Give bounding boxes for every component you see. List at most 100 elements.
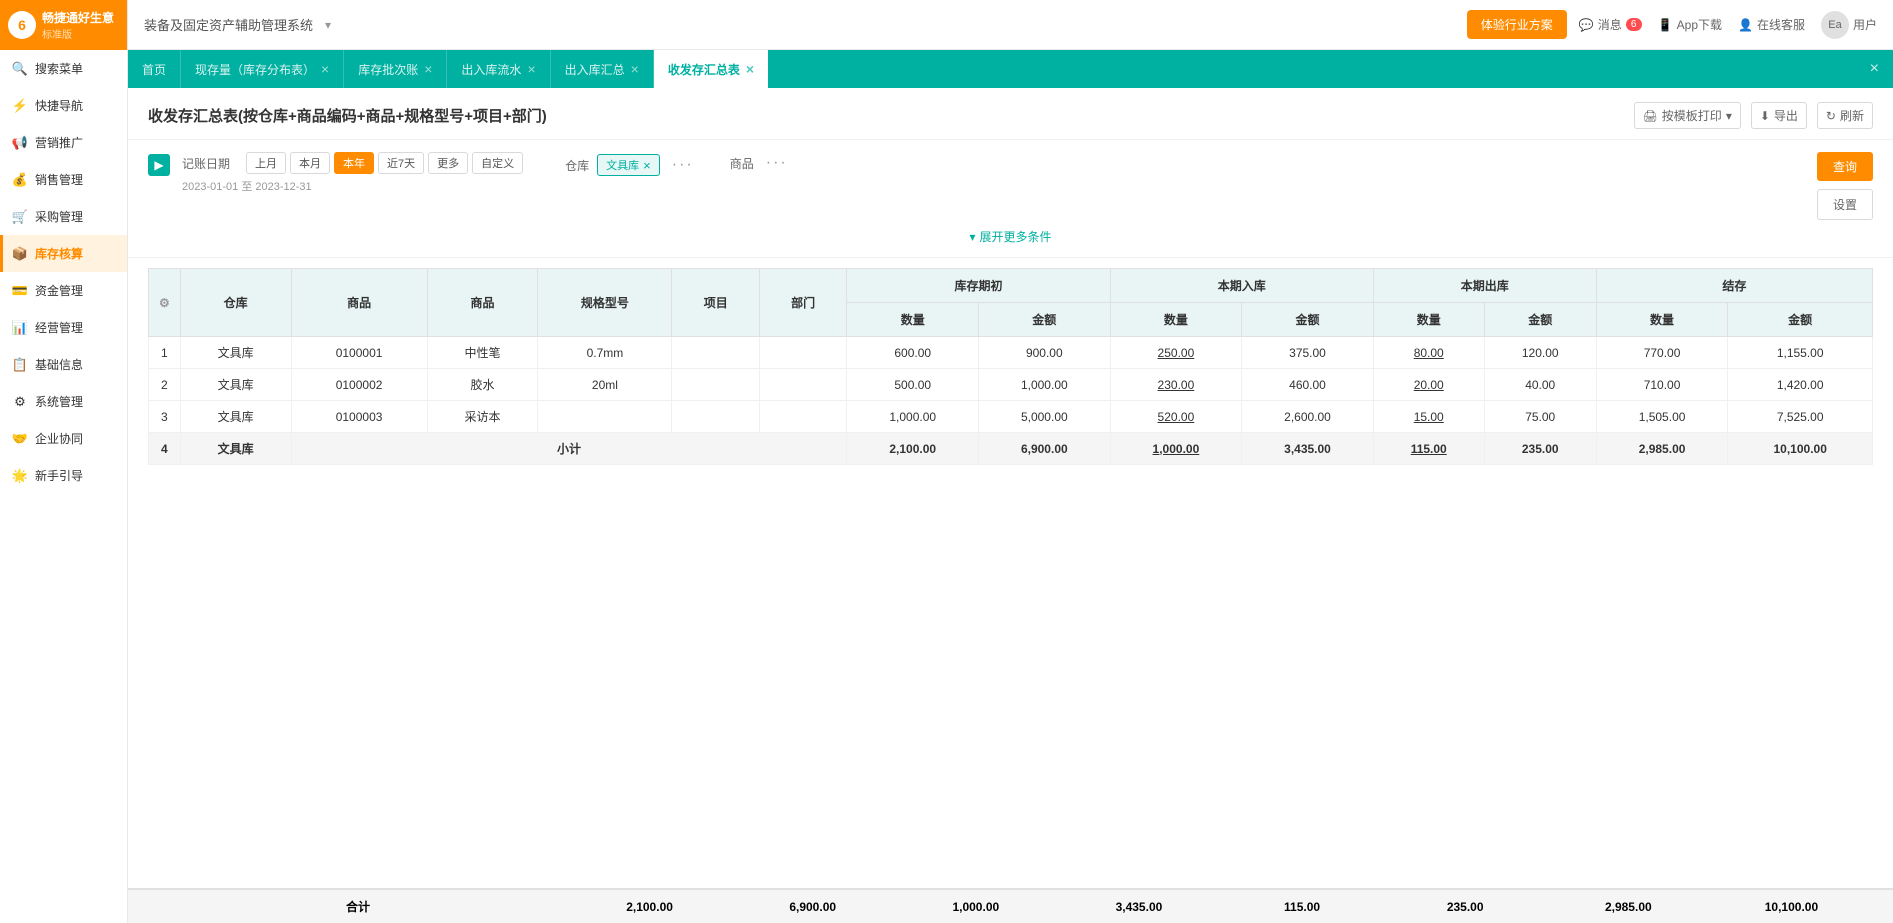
online-service-action[interactable]: 👤 在线客服 [1738, 16, 1805, 33]
query-btn[interactable]: 查询 [1817, 152, 1873, 181]
table-subtotal-row: 4 文具库 小计 2,100.00 6,900.00 1,000.00 3,43… [149, 433, 1873, 465]
expand-label: 展开更多条件 [980, 228, 1052, 245]
date-btn-本年[interactable]: 本年 [334, 152, 374, 174]
tab-close-4[interactable]: × [631, 62, 639, 76]
footer-bal-qty: 2,985.00 [1547, 900, 1710, 914]
sidebar-item-guide[interactable]: 🌟新手引导 [0, 457, 127, 494]
goods-label: 商品 [730, 155, 754, 172]
refresh-btn[interactable]: ↻ 刷新 [1817, 102, 1873, 129]
date-filter: 记账日期 上月本月本年近7天更多自定义 2023-01-01 至 2023-12… [182, 152, 523, 194]
tab-item-3[interactable]: 出入库流水× [447, 50, 550, 88]
nav-icon-collab: 🤝 [11, 431, 29, 447]
cell-in-qty[interactable]: 520.00 [1110, 401, 1242, 433]
subtotal-bal-amt: 10,100.00 [1728, 433, 1873, 465]
sidebar-logo-text: 畅捷通好生意 标准版 [42, 9, 114, 41]
col-group-opening: 库存期初 [847, 269, 1110, 303]
export-btn[interactable]: ⬇ 导出 [1751, 102, 1807, 129]
date-btn-上月[interactable]: 上月 [246, 152, 286, 174]
system-dropdown-icon[interactable]: ▾ [325, 18, 331, 32]
data-table-wrap: ⚙ 仓库 商品 商品 规格型号 项目 部门 库存期初 本期入库 本期出库 结存 … [128, 258, 1893, 888]
filter-toggle-btn[interactable]: ▶ [148, 154, 170, 176]
nav-label-collab: 企业协同 [35, 430, 83, 447]
sidebar-item-system[interactable]: ⚙系统管理 [0, 383, 127, 420]
sidebar-item-operation[interactable]: 📊经营管理 [0, 309, 127, 346]
cell-out-qty[interactable]: 80.00 [1373, 337, 1484, 369]
tab-close-3[interactable]: × [527, 62, 535, 76]
settings-btn[interactable]: 设置 [1817, 189, 1873, 220]
tab-close-2[interactable]: × [424, 62, 432, 76]
col-group-balance: 结存 [1596, 269, 1872, 303]
sidebar-item-collab[interactable]: 🤝 企业协同 [0, 420, 127, 457]
goods-more-dots[interactable]: ··· [762, 154, 792, 172]
warehouse-tag-close[interactable]: × [643, 158, 651, 173]
page-inner: 收发存汇总表(按仓库+商品编码+商品+规格型号+项目+部门) 🖨 按模板打印 ▾… [128, 88, 1893, 923]
subtotal-out-qty[interactable]: 115.00 [1373, 433, 1484, 465]
subtotal-in-qty[interactable]: 1,000.00 [1110, 433, 1242, 465]
cell-open-qty: 500.00 [847, 369, 979, 401]
col-open-amt: 金额 [979, 303, 1111, 337]
cell-in-qty[interactable]: 230.00 [1110, 369, 1242, 401]
sidebar-item-purchase[interactable]: 🛒采购管理 [0, 198, 127, 235]
message-badge: 6 [1626, 18, 1642, 31]
expand-more-btn[interactable]: ▾ 展开更多条件 [969, 228, 1051, 245]
tab-bar: 首页现存量（库存分布表）×库存批次账×出入库流水×出入库汇总×收发存汇总表×× [128, 50, 1893, 88]
col-open-qty: 数量 [847, 303, 979, 337]
sidebar-item-quick-nav[interactable]: ⚡快捷导航 [0, 87, 127, 124]
table-footer: 合计 2,100.00 6,900.00 1,000.00 3,435.00 1… [128, 888, 1893, 923]
cell-code: 0100001 [291, 337, 427, 369]
user-action[interactable]: Ea 用户 [1821, 11, 1877, 39]
nav-label-search: 搜索菜单 [35, 60, 83, 77]
tab-item-1[interactable]: 现存量（库存分布表） × [181, 50, 344, 88]
warehouse-filter: 仓库 文具库 × ··· [565, 154, 698, 176]
tab-close-1[interactable]: × [321, 62, 329, 76]
print-btn[interactable]: 🖨 按模板打印 ▾ [1634, 102, 1741, 129]
refresh-label: 刷新 [1840, 107, 1864, 124]
date-btn-本月[interactable]: 本月 [290, 152, 330, 174]
sidebar: 6 畅捷通好生意 标准版 🔍搜索菜单⚡快捷导航📢营销推广💰销售管理🛒采购管理📦库… [0, 0, 128, 923]
sidebar-navigation: 🔍搜索菜单⚡快捷导航📢营销推广💰销售管理🛒采购管理📦库存核算💳资金管理📊经营管理… [0, 50, 127, 494]
nav-icon-operation: 📊 [11, 320, 29, 336]
cell-out-amt: 120.00 [1484, 337, 1596, 369]
app-download-action[interactable]: 📱 App下载 [1658, 16, 1722, 33]
tab-label-1: 现存量（库存分布表） [195, 61, 315, 78]
cell-no: 1 [149, 337, 181, 369]
col-gear-header[interactable]: ⚙ [149, 269, 181, 337]
nav-label-guide: 新手引导 [35, 467, 83, 484]
sidebar-item-inventory[interactable]: 📦库存核算 [0, 235, 127, 272]
tab-bar-close-all[interactable]: × [1856, 60, 1893, 78]
message-action[interactable]: 💬 消息 6 [1579, 16, 1642, 33]
warehouse-more-dots[interactable]: ··· [668, 156, 698, 174]
col-in-qty: 数量 [1110, 303, 1242, 337]
date-btn-近7天[interactable]: 近7天 [378, 152, 424, 174]
avatar: Ea [1821, 11, 1849, 39]
cell-in-qty[interactable]: 250.00 [1110, 337, 1242, 369]
sidebar-item-search[interactable]: 🔍搜索菜单 [0, 50, 127, 87]
sidebar-item-sales[interactable]: 💰销售管理 [0, 161, 127, 198]
cell-dept [759, 337, 846, 369]
cell-out-qty[interactable]: 20.00 [1373, 369, 1484, 401]
cell-out-amt: 40.00 [1484, 369, 1596, 401]
subtotal-open-amt: 6,900.00 [979, 433, 1111, 465]
cell-in-amt: 460.00 [1242, 369, 1374, 401]
nav-label-basic: 基础信息 [35, 356, 83, 373]
tab-item-4[interactable]: 出入库汇总× [551, 50, 654, 88]
sidebar-item-marketing[interactable]: 📢营销推广 [0, 124, 127, 161]
cell-out-qty[interactable]: 15.00 [1373, 401, 1484, 433]
date-btn-更多[interactable]: 更多 [428, 152, 468, 174]
tab-close-5[interactable]: × [746, 62, 754, 76]
sidebar-item-basic[interactable]: 📋基础信息 [0, 346, 127, 383]
date-btn-自定义[interactable]: 自定义 [472, 152, 523, 174]
header-actions: 💬 消息 6 📱 App下载 👤 在线客服 Ea 用户 [1579, 11, 1877, 39]
date-filter-label: 记账日期 [182, 155, 230, 172]
app-download-label: App下载 [1677, 16, 1722, 33]
col-group-in: 本期入库 [1110, 269, 1373, 303]
nav-label-finance: 资金管理 [35, 282, 83, 299]
experience-btn[interactable]: 体验行业方案 [1467, 10, 1567, 39]
tab-item-2[interactable]: 库存批次账× [344, 50, 447, 88]
tab-item-0[interactable]: 首页 [128, 50, 181, 88]
sidebar-item-finance[interactable]: 💳资金管理 [0, 272, 127, 309]
cell-in-amt: 2,600.00 [1242, 401, 1374, 433]
cell-bal-qty: 1,505.00 [1596, 401, 1728, 433]
tab-item-5[interactable]: 收发存汇总表× [654, 50, 768, 88]
cell-out-amt: 75.00 [1484, 401, 1596, 433]
